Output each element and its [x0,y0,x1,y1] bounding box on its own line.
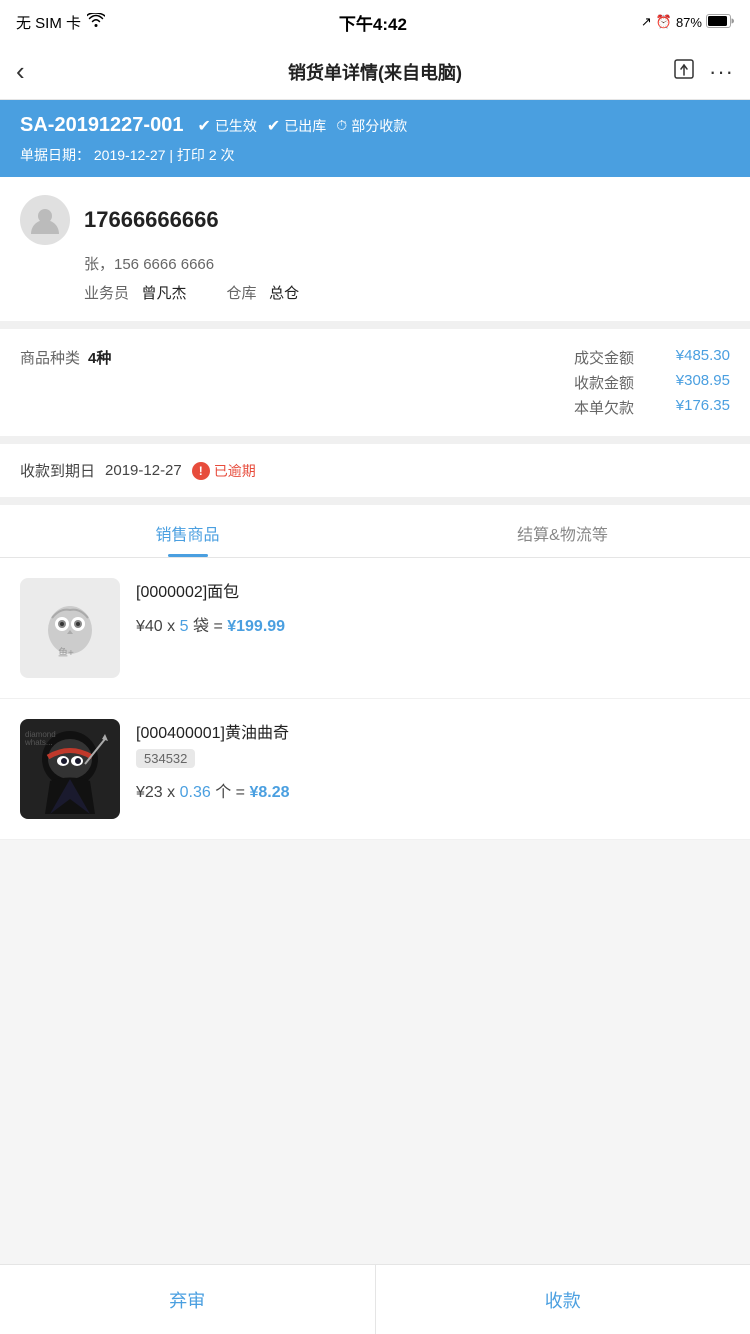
svg-text:鱼+: 鱼+ [58,646,74,659]
share-button[interactable] [673,58,695,86]
status-time: 下午4:42 [339,10,407,35]
bottom-bar: 弃审 收款 [0,1264,750,1334]
banner-top-row: SA-20191227-001 ✔ 已生效 ✔ 已出库 ⏱ 部分收款 [20,114,730,137]
nav-actions: ··· [673,58,734,86]
tab-sales-products[interactable]: 销售商品 [0,505,375,557]
badge-effective: ✔ 已生效 [197,116,256,136]
product-category: 商品种类 4种 [20,347,111,418]
page-title: 销货单详情(来自电脑) [288,59,462,85]
amount-summary: 成交金额 ¥485.30 收款金额 ¥308.95 本单欠款 ¥176.35 [574,347,730,418]
summary-section: 商品种类 4种 成交金额 ¥485.30 收款金额 ¥308.95 本单欠款 ¥… [0,329,750,444]
product-price-1: ¥40 x 5 袋 = ¥199.99 [136,612,730,636]
nav-bar: ‹ 销货单详情(来自电脑) ··· [0,44,750,100]
customer-account-id: 17666666666 [84,207,219,233]
product-image-2: diamond whats... [20,719,120,819]
location-icon: ↗ [641,14,652,30]
due-date-value: 2019-12-27 [105,462,182,479]
badge-shipped: ✔ 已出库 [267,116,326,136]
product-info-1: [0000002]面包 ¥40 x 5 袋 = ¥199.99 [136,578,730,678]
cancel-review-button[interactable]: 弃审 [0,1265,376,1334]
battery-icon [706,14,734,31]
customer-name-phone: 张，156 6666 6666 [84,253,730,274]
owed-amount-row: 本单欠款 ¥176.35 [574,397,730,418]
product-item: diamond whats... [000400001]黄油曲奇 534532 … [0,699,750,840]
product-sku-2: 534532 [136,749,195,768]
order-badges: ✔ 已生效 ✔ 已出库 ⏱ 部分收款 [197,116,407,136]
products-section: 鱼+ [0000002]面包 ¥40 x 5 袋 = ¥199.99 [0,558,750,840]
product-image-1: 鱼+ [20,578,120,678]
product-name-1: [0000002]面包 [136,578,730,602]
received-amount-row: 收款金额 ¥308.95 [574,372,730,393]
status-right: ↗ ⏰ 87% [641,14,734,31]
warehouse-label: 仓库 总仓 [227,282,300,303]
badge-partial-payment: ⏱ 部分收款 [336,116,407,136]
svg-text:whats...: whats... [24,738,53,747]
more-button[interactable]: ··· [709,59,734,85]
status-bar: 无 SIM 卡 下午4:42 ↗ ⏰ 87% [0,0,750,44]
product-item: 鱼+ [0000002]面包 ¥40 x 5 袋 = ¥199.99 [0,558,750,699]
due-date-label: 收款到期日 [20,460,95,481]
product-price-2: ¥23 x 0.36 个 = ¥8.28 [136,778,730,802]
order-date-line: 单据日期： 2019-12-27 | 打印 2 次 [20,145,730,165]
customer-meta: 业务员 曾凡杰 仓库 总仓 [84,282,730,303]
customer-top: 17666666666 [20,195,730,245]
order-id: SA-20191227-001 [20,114,183,137]
status-left: 无 SIM 卡 [16,12,105,33]
alarm-icon: ⏰ [656,14,672,30]
customer-avatar [20,195,70,245]
back-button[interactable]: ‹ [16,56,25,87]
customer-section: 17666666666 张，156 6666 6666 业务员 曾凡杰 仓库 总… [0,177,750,329]
carrier-text: 无 SIM 卡 [16,12,81,33]
tab-settlement-logistics[interactable]: 结算&物流等 [375,505,750,557]
wifi-icon [87,13,105,31]
product-info-2: [000400001]黄油曲奇 534532 ¥23 x 0.36 个 = ¥8… [136,719,730,819]
deal-amount-row: 成交金额 ¥485.30 [574,347,730,368]
due-date-section: 收款到期日 2019-12-27 ! 已逾期 [0,444,750,505]
receive-payment-button[interactable]: 收款 [376,1265,750,1334]
overdue-icon: ! [192,462,210,480]
product-name-2: [000400001]黄油曲奇 [136,719,730,743]
overdue-badge: ! 已逾期 [192,461,256,481]
tabs-section: 销售商品 结算&物流等 [0,505,750,558]
salesperson-label: 业务员 曾凡杰 [84,282,187,303]
header-banner: SA-20191227-001 ✔ 已生效 ✔ 已出库 ⏱ 部分收款 单据日期：… [0,100,750,177]
battery-text: 87% [676,15,702,30]
